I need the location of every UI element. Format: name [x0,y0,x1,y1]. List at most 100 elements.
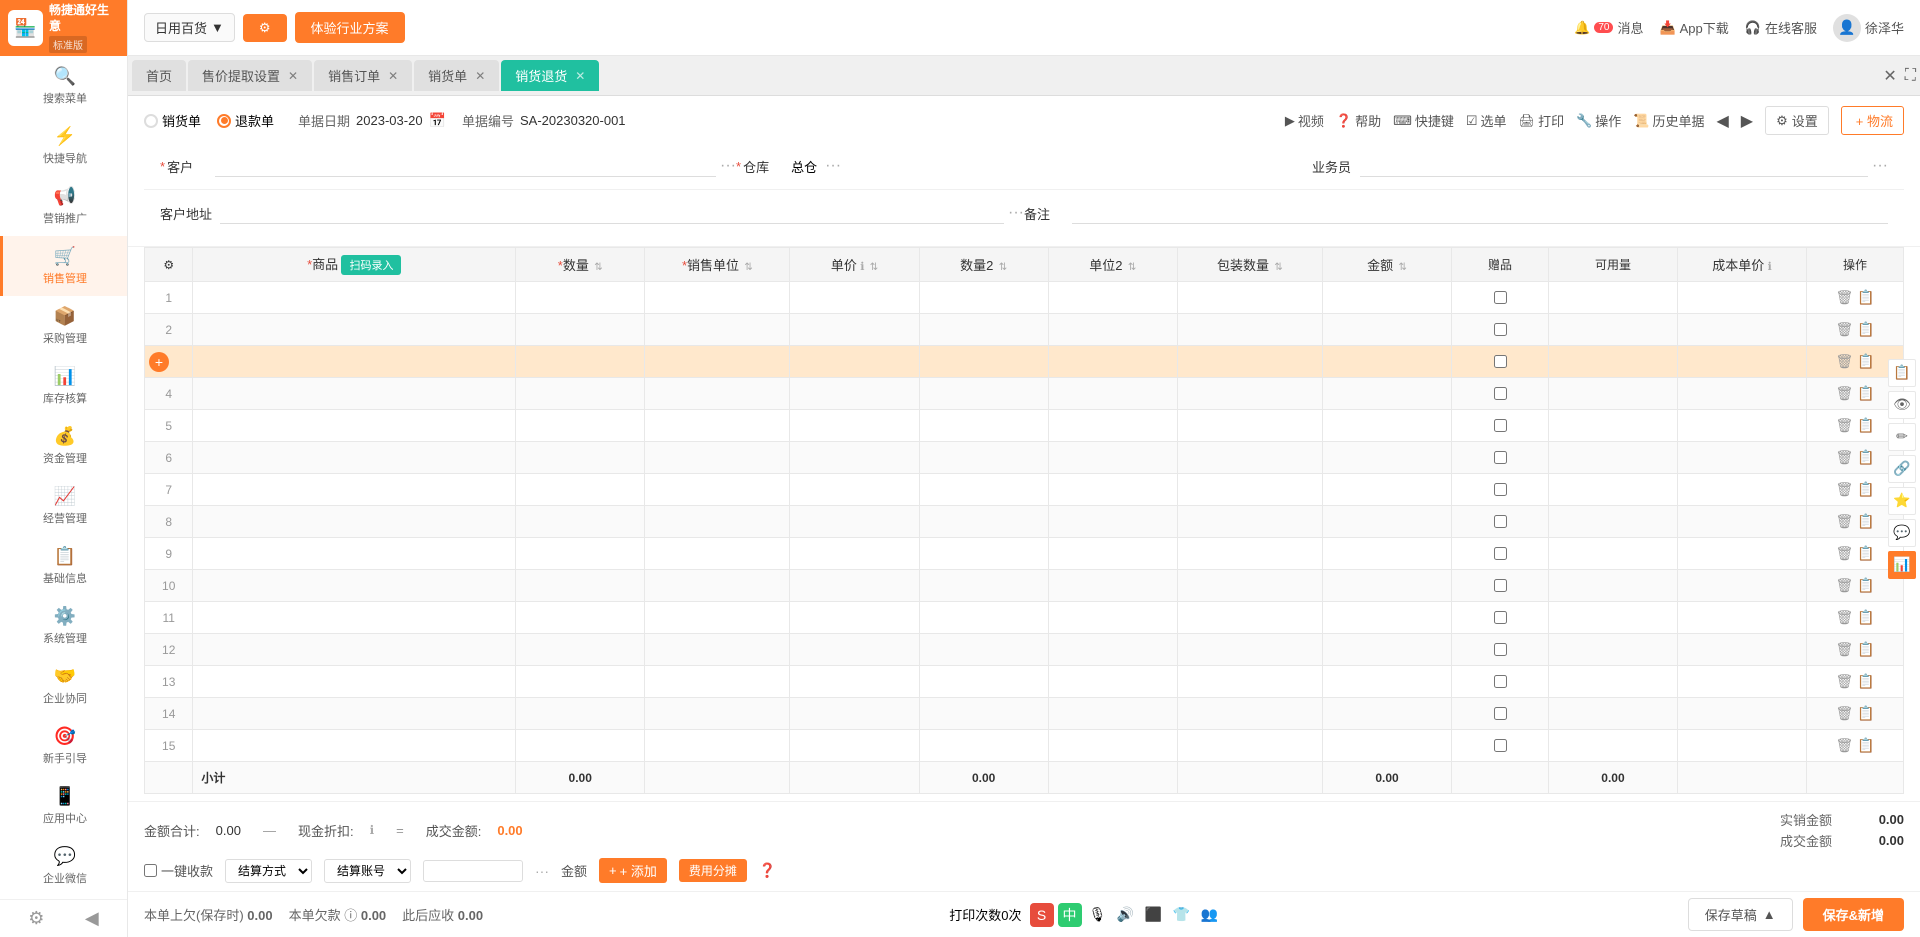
tab-sales-order[interactable]: 销售订单 ✕ [314,60,412,91]
customer-dots-btn[interactable]: ··· [720,157,736,175]
sidebar-item-finance[interactable]: 💰 资金管理 [0,416,127,476]
goods-cell[interactable] [193,410,516,442]
amount-cell[interactable] [1323,570,1452,602]
delete-row-icon[interactable]: 🗑 [1835,513,1853,530]
available-cell[interactable] [1548,410,1677,442]
amount-cell[interactable] [1323,698,1452,730]
unit-price-cell[interactable] [790,474,919,506]
amount-cell[interactable] [1323,346,1452,378]
sales-unit-cell[interactable] [645,570,790,602]
right-edge-form-icon[interactable]: 📋 [1888,359,1916,387]
sidebar-item-operation[interactable]: 📈 经营管理 [0,476,127,536]
sales-unit-cell[interactable] [645,474,790,506]
unit2-cell[interactable] [1048,634,1177,666]
unit2-cell[interactable] [1048,282,1177,314]
amount-cell[interactable] [1323,666,1452,698]
gift-checkbox[interactable] [1494,291,1507,304]
video-help-btn[interactable]: ▶ 视频 [1285,111,1324,130]
tab-close-icon[interactable]: ✕ [388,69,398,83]
unit2-cell[interactable] [1048,666,1177,698]
quantity2-cell[interactable] [919,730,1048,762]
quantity-cell[interactable] [516,474,645,506]
account-dots-btn[interactable]: ··· [535,863,549,879]
sales-unit-cell[interactable] [645,666,790,698]
amount-cell[interactable] [1323,730,1452,762]
package-qty-cell[interactable] [1177,538,1322,570]
quantity2-cell[interactable] [919,378,1048,410]
sidebar-item-shortcut[interactable]: ⚡ 快捷导航 [0,116,127,176]
goods-cell[interactable] [193,378,516,410]
tab-sales-return[interactable]: 销货退货 ✕ [501,60,599,91]
delete-row-icon[interactable]: 🗑 [1835,353,1853,370]
goods-cell[interactable] [193,730,516,762]
package-qty-cell[interactable] [1177,474,1322,506]
quantity-cell[interactable] [516,730,645,762]
copy-row-icon[interactable]: 📋 [1857,481,1874,498]
module-select[interactable]: 日用百货 ▼ [144,13,235,42]
package-qty-cell[interactable] [1177,730,1322,762]
available-cell[interactable] [1548,538,1677,570]
sales-unit-cell[interactable] [645,346,790,378]
available-cell[interactable] [1548,698,1677,730]
sidebar-item-marketing[interactable]: 📢 营销推广 [0,176,127,236]
amount-cell[interactable] [1323,506,1452,538]
cost-price-cell[interactable] [1678,410,1807,442]
copy-row-icon[interactable]: 📋 [1857,385,1874,402]
col-settings[interactable]: ⚙ [145,248,193,282]
amount-cell[interactable] [1323,282,1452,314]
gift-checkbox[interactable] [1494,675,1507,688]
available-cell[interactable] [1548,314,1677,346]
unit2-cell[interactable] [1048,538,1177,570]
quantity-cell[interactable] [516,634,645,666]
gift-checkbox[interactable] [1494,547,1507,560]
sales-unit-cell[interactable] [645,442,790,474]
quantity2-cell[interactable] [919,346,1048,378]
package-qty-cell[interactable] [1177,698,1322,730]
unit2-cell[interactable] [1048,698,1177,730]
package-qty-cell[interactable] [1177,442,1322,474]
close-window-icon[interactable]: ✕ [1883,66,1896,86]
goods-cell[interactable] [193,698,516,730]
notification-btn[interactable]: 🔔 70 消息 [1574,18,1643,37]
gift-checkbox[interactable] [1494,515,1507,528]
right-edge-eye-icon[interactable]: 👁 [1888,391,1916,419]
quantity-cell[interactable] [516,698,645,730]
unit-price-cell[interactable] [790,666,919,698]
quantity2-cell[interactable] [919,538,1048,570]
address-input[interactable] [220,202,1004,224]
sales-unit-cell[interactable] [645,634,790,666]
quantity-cell[interactable] [516,538,645,570]
calendar-icon[interactable]: 📅 [429,112,446,129]
unit-price-cell[interactable] [790,442,919,474]
goods-cell[interactable] [193,474,516,506]
gift-cell[interactable] [1452,698,1549,730]
quantity-cell[interactable] [516,346,645,378]
sales-unit-cell[interactable] [645,282,790,314]
delete-row-icon[interactable]: 🗑 [1835,417,1853,434]
delete-row-icon[interactable]: 🗑 [1835,385,1853,402]
address-dots-btn[interactable]: ··· [1008,204,1024,222]
experience-btn[interactable]: 体验行业方案 [295,12,405,43]
right-edge-msg-icon[interactable]: 💬 [1888,519,1916,547]
cost-price-cell[interactable] [1678,314,1807,346]
operation-btn[interactable]: 🔧 操作 [1576,111,1621,130]
gift-cell[interactable] [1452,506,1549,538]
sort-quantity2-icon[interactable]: ⇅ [999,262,1007,273]
salesman-dots-btn[interactable]: ··· [1872,157,1888,175]
package-qty-cell[interactable] [1177,282,1322,314]
amount-cell[interactable] [1323,378,1452,410]
delete-row-icon[interactable]: 🗑 [1835,577,1853,594]
unit-price-cell[interactable] [790,570,919,602]
unit2-cell[interactable] [1048,442,1177,474]
radio-sales-delivery[interactable]: 销货单 [144,111,201,130]
quantity2-cell[interactable] [919,474,1048,506]
sidebar-item-system[interactable]: ⚙️ 系统管理 [0,596,127,656]
available-cell[interactable] [1548,442,1677,474]
cost-price-cell[interactable] [1678,442,1807,474]
delete-row-icon[interactable]: 🗑 [1835,449,1853,466]
quantity2-cell[interactable] [919,314,1048,346]
sidebar-item-apps[interactable]: 📱 应用中心 [0,776,127,836]
unit2-cell[interactable] [1048,314,1177,346]
gift-cell[interactable] [1452,282,1549,314]
goods-cell[interactable] [193,666,516,698]
